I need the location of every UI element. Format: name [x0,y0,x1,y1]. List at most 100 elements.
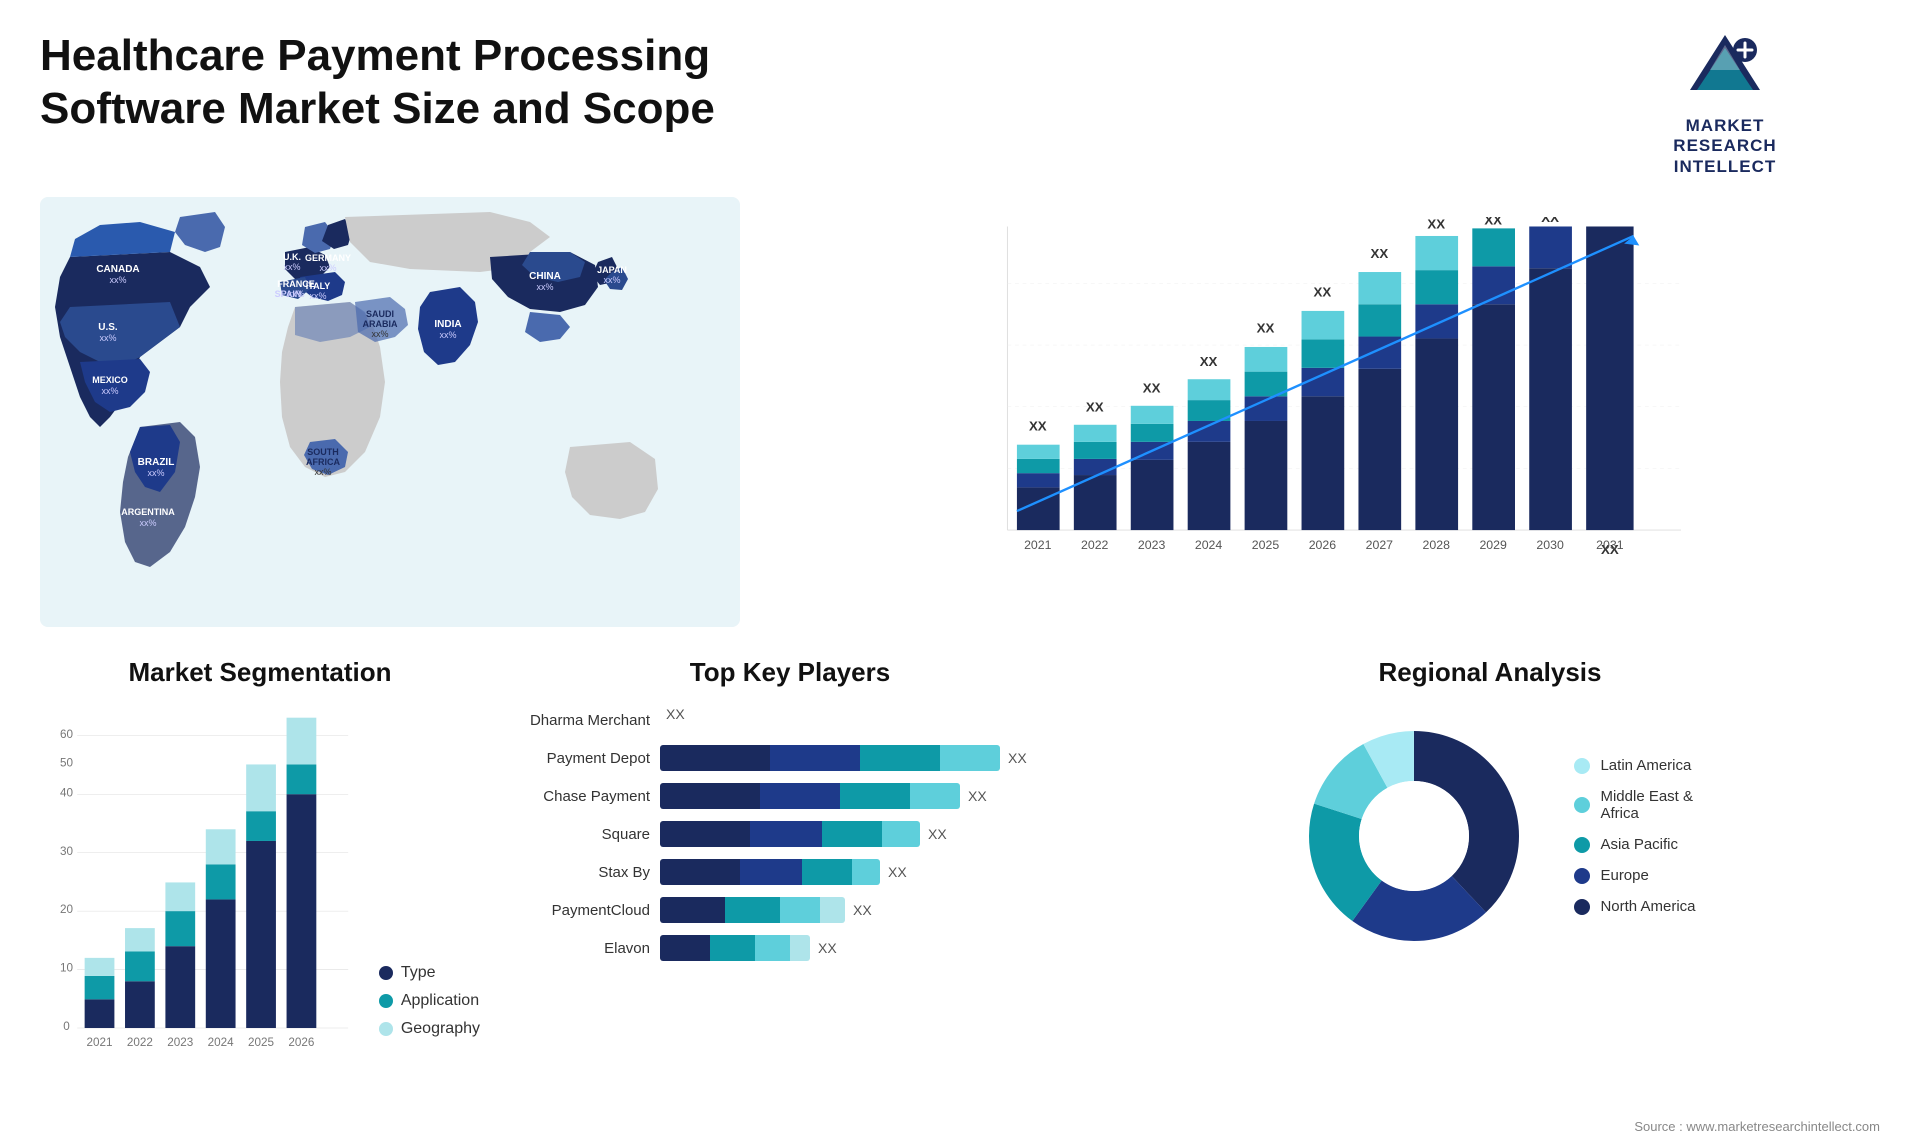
app-label: Application [401,992,479,1010]
north-america-dot [1574,899,1590,915]
player-bar-wrap: XX [660,706,1070,734]
player-bar-wrap: XX [660,896,1070,924]
player-bar-wrap: XX [660,858,1070,886]
svg-text:2031: 2031 [1596,538,1624,552]
svg-text:2025: 2025 [248,1036,275,1049]
segmentation-panel: Market Segmentation 0 10 20 30 40 60 50 [40,657,480,1087]
svg-text:2021: 2021 [87,1036,113,1049]
svg-text:ARABIA: ARABIA [363,319,398,329]
segmentation-title: Market Segmentation [40,657,480,688]
svg-text:SOUTH: SOUTH [307,447,339,457]
svg-text:INDIA: INDIA [434,319,461,330]
svg-text:xx%: xx% [309,291,326,301]
player-row: Chase Payment XX [510,782,1070,810]
svg-text:2024: 2024 [208,1036,235,1049]
legend-north-america: North America [1574,898,1695,915]
player-name: Elavon [510,940,650,957]
svg-text:xx%: xx% [439,330,456,340]
svg-text:GERMANY: GERMANY [305,253,351,263]
bar-chart-container: XX XX XX XX [770,197,1880,627]
player-val: XX [853,902,872,918]
svg-text:2028: 2028 [1423,538,1451,552]
svg-text:xx%: xx% [147,468,164,478]
svg-text:xx%: xx% [371,329,388,339]
europe-label: Europe [1600,867,1648,884]
svg-text:XX: XX [1143,381,1161,396]
player-name: Square [510,826,650,843]
svg-text:xx%: xx% [99,333,116,343]
source-text: Source : www.marketresearchintellect.com [1634,1119,1880,1134]
svg-text:2027: 2027 [1366,538,1394,552]
svg-text:CHINA: CHINA [529,271,561,282]
svg-text:U.S.: U.S. [98,322,118,333]
player-bar-wrap: XX [660,820,1070,848]
svg-text:40: 40 [60,787,74,800]
page-title: Healthcare Payment Processing Software M… [40,30,740,136]
player-row: Stax By XX [510,858,1070,886]
player-bar-wrap: XX [660,744,1070,772]
player-bar-wrap: XX [660,782,1070,810]
player-row: Elavon XX [510,934,1070,962]
bottom-section: Market Segmentation 0 10 20 30 40 60 50 [40,657,1880,1087]
svg-text:60: 60 [60,728,74,741]
seg-chart-area: 0 10 20 30 40 60 50 [40,706,480,1067]
svg-text:ARGENTINA: ARGENTINA [121,507,175,517]
north-america-label: North America [1600,898,1695,915]
legend-asia-pacific: Asia Pacific [1574,836,1695,853]
legend-latin-america: Latin America [1574,757,1695,774]
svg-text:U.K.: U.K. [283,252,301,262]
svg-text:2025: 2025 [1252,538,1280,552]
svg-text:JAPAN: JAPAN [597,265,627,275]
svg-text:xx%: xx% [536,282,553,292]
logo-area: MARKETRESEARCHINTELLECT [1570,30,1880,177]
player-val: XX [666,706,685,722]
world-map-svg: CANADA xx% U.S. xx% MEXICO xx% BRAZIL xx… [40,197,740,627]
player-bar-wrap: XX [660,934,1070,962]
player-name: Chase Payment [510,788,650,805]
asia-pacific-label: Asia Pacific [1600,836,1678,853]
bar-chart-svg: XX XX XX XX [810,217,1850,587]
legend-middle-east: Middle East &Africa [1574,788,1695,822]
legend-type: Type [379,964,480,982]
header: Healthcare Payment Processing Software M… [40,30,1880,177]
svg-text:10: 10 [60,962,74,975]
svg-text:xx%: xx% [109,275,126,285]
player-name: Dharma Merchant [510,712,650,729]
svg-text:2024: 2024 [1195,538,1223,552]
svg-text:xx%: xx% [319,263,336,273]
logo-icon [1685,30,1765,110]
legend-geography: Geography [379,1020,480,1038]
europe-dot [1574,868,1590,884]
player-name: Stax By [510,864,650,881]
svg-text:MEXICO: MEXICO [92,375,128,385]
asia-pacific-dot [1574,837,1590,853]
svg-text:XX: XX [1086,400,1104,415]
middle-east-label: Middle East &Africa [1600,788,1693,822]
legend-europe: Europe [1574,867,1695,884]
svg-text:2021: 2021 [1024,538,1052,552]
svg-text:XX: XX [1427,217,1445,231]
svg-text:xx%: xx% [283,262,300,272]
type-dot [379,966,393,980]
svg-text:xx%: xx% [101,386,118,396]
player-row: Dharma Merchant XX [510,706,1070,734]
player-row: Square XX [510,820,1070,848]
middle-east-dot [1574,797,1590,813]
svg-text:XX: XX [1370,246,1388,261]
key-players-title: Top Key Players [500,657,1080,688]
svg-text:BRAZIL: BRAZIL [138,457,175,468]
logo-text: MARKETRESEARCHINTELLECT [1673,116,1776,177]
player-val: XX [818,940,837,956]
key-players-panel: Top Key Players Dharma Merchant XX Payme… [500,657,1080,1087]
svg-text:2026: 2026 [288,1036,314,1049]
latin-america-dot [1574,758,1590,774]
svg-text:50: 50 [60,757,74,770]
svg-text:XX: XX [1541,217,1559,225]
svg-text:2030: 2030 [1536,538,1564,552]
svg-text:SPAIN: SPAIN [275,289,302,299]
svg-text:xx%: xx% [603,275,620,285]
regional-content: Latin America Middle East &Africa Asia P… [1100,706,1880,966]
svg-text:xx%: xx% [139,518,156,528]
donut-svg [1284,706,1544,966]
seg-legend: Type Application Geography [379,964,480,1068]
